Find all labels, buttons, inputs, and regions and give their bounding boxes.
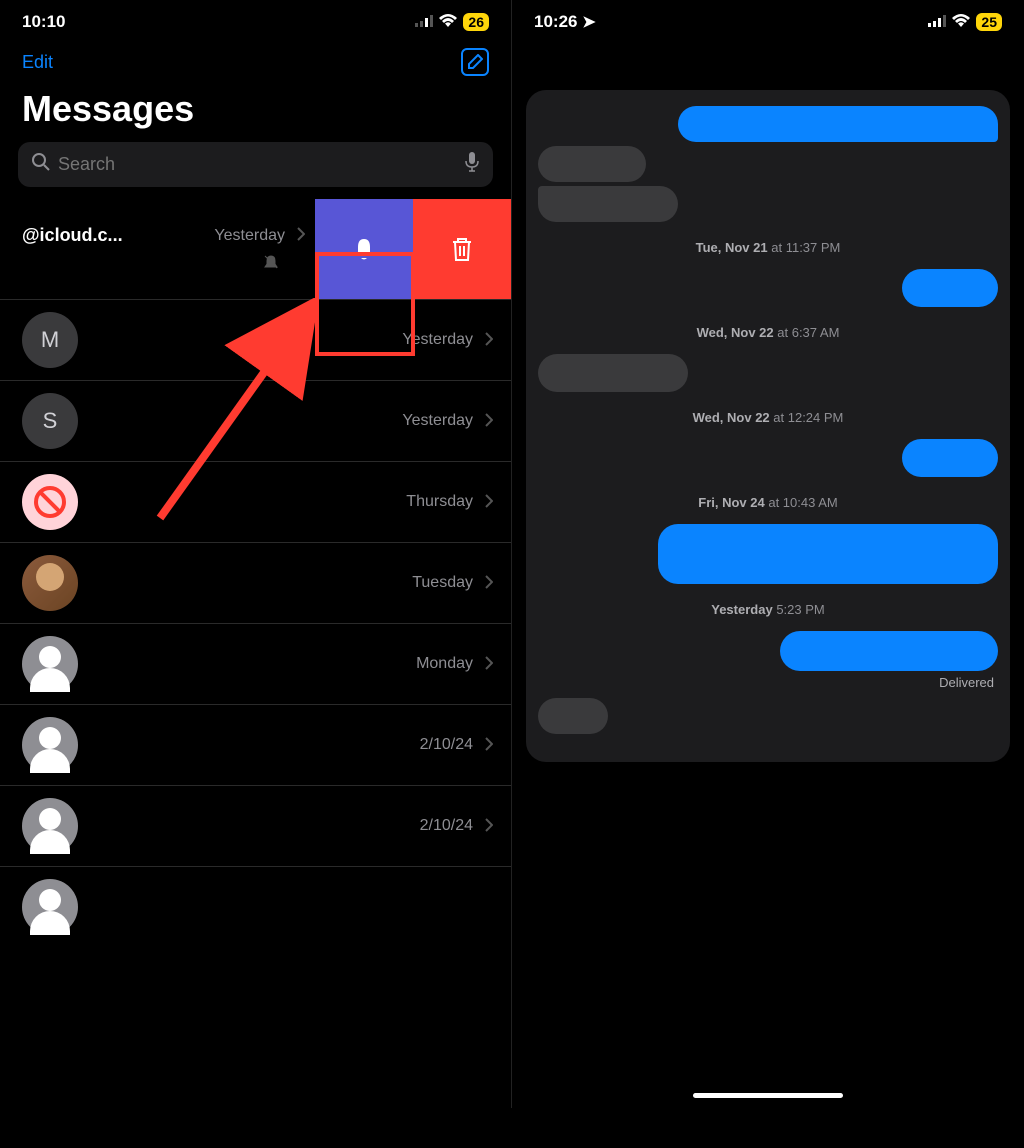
cellular-icon [415,12,433,32]
conversation-row[interactable]: Tuesday [0,543,511,624]
conversation-time: Yesterday [214,227,285,245]
avatar-memoji [22,555,78,611]
timestamp: Tue, Nov 21 at 11:37 PM [538,226,998,265]
timestamp: Fri, Nov 24 at 10:43 AM [538,481,998,520]
search-icon [32,153,50,176]
message-bubble-in[interactable] [538,698,608,734]
conversation-time: Thursday [406,493,473,511]
cellular-icon [928,12,946,32]
message-bubble-out[interactable] [902,439,998,477]
compose-button[interactable] [461,48,489,76]
conversation-time: Monday [416,655,473,673]
timestamp: Yesterday 5:23 PM [538,588,998,627]
edit-button[interactable]: Edit [22,52,53,73]
status-time: 10:10 [22,12,65,32]
chevron-right-icon [485,575,493,592]
chevron-right-icon [485,656,493,673]
conversation-time: Yesterday [402,412,473,430]
avatar-person [22,636,78,692]
timestamp: Wed, Nov 22 at 6:37 AM [538,311,998,350]
avatar-person [22,879,78,935]
chevron-right-icon [485,494,493,511]
avatar-person [22,798,78,854]
search-bar[interactable] [18,142,493,187]
conversation-time: 2/10/24 [420,736,473,754]
conversation-time: 2/10/24 [420,817,473,835]
wifi-icon [952,12,970,32]
status-bar: 10:26 ➤ 25 [512,0,1024,40]
home-indicator[interactable] [693,1093,843,1098]
chevron-right-icon [485,413,493,430]
muted-icon [22,254,293,273]
conversation-screen: 10:26 ➤ 25 Tue, Nov 21 at 11:37 PM Wed, … [512,0,1024,1108]
message-bubble-in[interactable] [538,146,646,182]
conversation-row-swiped[interactable]: @icloud.c... Yesterday [0,199,511,300]
avatar-blocked [22,474,78,530]
search-input[interactable] [58,154,457,175]
message-bubble-out[interactable] [658,524,998,584]
message-bubble-in[interactable] [538,354,688,392]
annotation-arrow [150,298,330,528]
page-title: Messages [0,80,511,142]
battery-badge: 25 [976,13,1002,31]
message-bubble-out[interactable] [678,106,998,142]
location-icon: ➤ [582,14,595,31]
mic-icon[interactable] [465,152,479,177]
status-time: 10:26 ➤ [534,12,596,32]
messages-list-screen: 10:10 26 Edit Messages [0,0,512,1108]
chevron-right-icon [485,818,493,835]
timestamp: Wed, Nov 22 at 12:24 PM [538,396,998,435]
avatar-person [22,717,78,773]
annotation-highlight-swipe [315,252,415,356]
swipe-delete-button[interactable] [413,199,511,299]
message-bubble-out[interactable] [780,631,998,671]
conversation-name: @icloud.c... [22,225,123,246]
conversation-row[interactable]: 2/10/24 [0,786,511,867]
wifi-icon [439,12,457,32]
chevron-right-icon [485,737,493,754]
chevron-right-icon [485,332,493,349]
avatar-letter: M [22,312,78,368]
status-bar: 10:10 26 [0,0,511,40]
conversation-card[interactable]: Tue, Nov 21 at 11:37 PM Wed, Nov 22 at 6… [526,90,1010,762]
message-bubble-out[interactable] [902,269,998,307]
avatar-letter: S [22,393,78,449]
conversation-row[interactable] [0,867,511,947]
conversation-row[interactable]: 2/10/24 [0,705,511,786]
conversation-time: Tuesday [412,574,473,592]
delivered-label: Delivered [538,675,998,690]
message-bubble-in[interactable] [538,186,678,222]
conversation-row[interactable]: Monday [0,624,511,705]
battery-badge: 26 [463,13,489,31]
chevron-right-icon [297,227,305,244]
nav-bar: Edit [0,40,511,80]
